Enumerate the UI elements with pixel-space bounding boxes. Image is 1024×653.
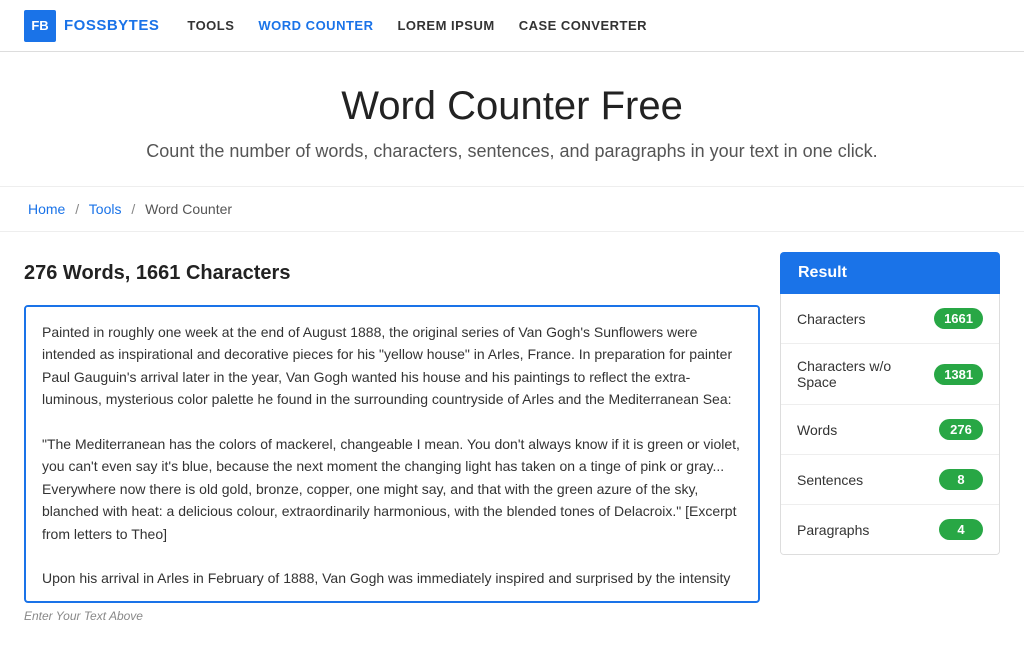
result-badge-paragraphs: 4 xyxy=(939,519,983,540)
breadcrumb: Home / Tools / Word Counter xyxy=(28,201,996,217)
result-label-characters: Characters xyxy=(797,311,865,327)
result-badge-characters: 1661 xyxy=(934,308,983,329)
breadcrumb-bar: Home / Tools / Word Counter xyxy=(0,186,1024,232)
nav-case-converter[interactable]: CASE CONVERTER xyxy=(519,14,647,37)
breadcrumb-home[interactable]: Home xyxy=(28,201,65,217)
text-input-wrapper xyxy=(24,305,760,603)
result-row-words: Words 276 xyxy=(781,405,999,455)
result-header: Result xyxy=(780,252,1000,294)
result-label-words: Words xyxy=(797,422,837,438)
word-char-count: 276 Words, 1661 Characters xyxy=(24,252,760,295)
nav-lorem-ipsum[interactable]: LOREM IPSUM xyxy=(397,14,494,37)
result-badge-words: 276 xyxy=(939,419,983,440)
result-badge-characters-nospace: 1381 xyxy=(934,364,983,385)
nav-word-counter[interactable]: WORD COUNTER xyxy=(258,14,373,37)
logo-text: FOSSBYTES xyxy=(64,17,159,34)
main-content: 276 Words, 1661 Characters Enter Your Te… xyxy=(0,252,1024,653)
nav-links: TOOLS WORD COUNTER LOREM IPSUM CASE CONV… xyxy=(187,14,647,37)
result-label-characters-nospace: Characters w/o Space xyxy=(797,358,934,390)
navigation: FB FOSSBYTES TOOLS WORD COUNTER LOREM IP… xyxy=(0,0,1024,52)
text-section: 276 Words, 1661 Characters Enter Your Te… xyxy=(24,252,760,629)
breadcrumb-sep-1: / xyxy=(75,201,79,217)
breadcrumb-tools[interactable]: Tools xyxy=(89,201,122,217)
logo-icon: FB xyxy=(24,10,56,42)
result-label-sentences: Sentences xyxy=(797,472,863,488)
text-hint: Enter Your Text Above xyxy=(24,603,760,629)
result-row-characters-nospace: Characters w/o Space 1381 xyxy=(781,344,999,405)
result-table: Characters 1661 Characters w/o Space 138… xyxy=(780,294,1000,555)
breadcrumb-sep-2: / xyxy=(131,201,135,217)
breadcrumb-current: Word Counter xyxy=(145,201,232,217)
result-label-paragraphs: Paragraphs xyxy=(797,522,869,538)
text-input[interactable] xyxy=(26,307,758,597)
result-badge-sentences: 8 xyxy=(939,469,983,490)
page-subtitle: Count the number of words, characters, s… xyxy=(20,141,1004,162)
result-row-sentences: Sentences 8 xyxy=(781,455,999,505)
logo[interactable]: FB FOSSBYTES xyxy=(24,10,159,42)
result-row-characters: Characters 1661 xyxy=(781,294,999,344)
result-row-paragraphs: Paragraphs 4 xyxy=(781,505,999,554)
result-section: Result Characters 1661 Characters w/o Sp… xyxy=(780,252,1000,555)
nav-tools[interactable]: TOOLS xyxy=(187,14,234,37)
page-header: Word Counter Free Count the number of wo… xyxy=(0,52,1024,186)
page-title: Word Counter Free xyxy=(20,84,1004,129)
